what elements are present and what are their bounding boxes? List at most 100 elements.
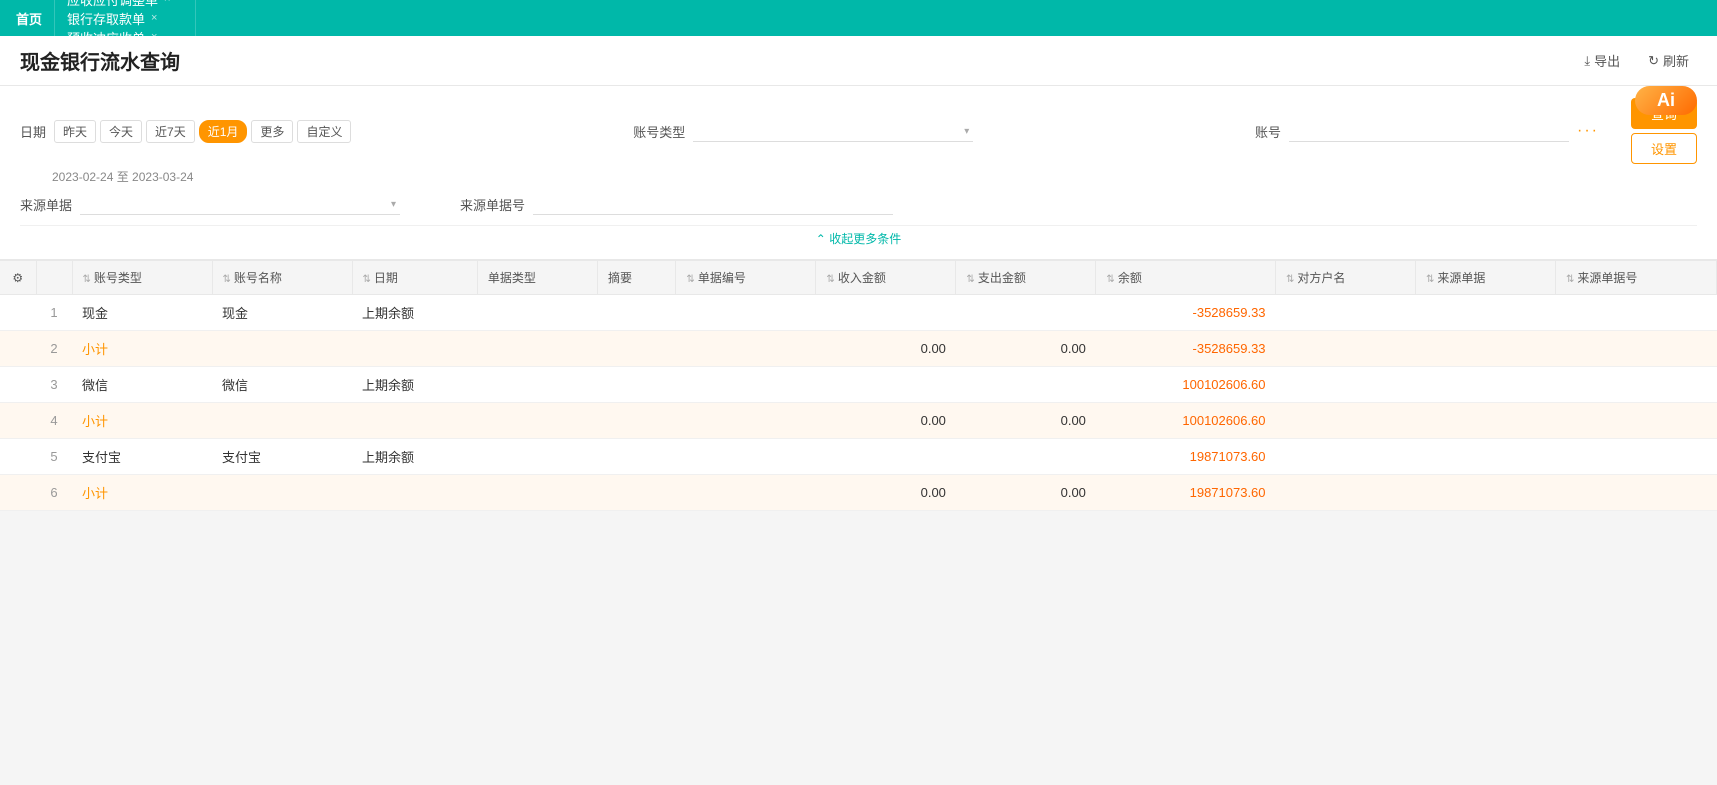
th-account-type[interactable]: ⇅账号类型 xyxy=(72,261,212,295)
account-type-label: 账号类型 xyxy=(633,122,685,141)
sort-icon-0: ⇅ xyxy=(83,274,91,285)
row-income-1: 0.00 xyxy=(816,331,956,367)
row-name-3 xyxy=(212,403,352,439)
row-doc-type-0 xyxy=(477,295,597,331)
row-type-2: 微信 xyxy=(72,367,212,403)
row-summary-4 xyxy=(598,439,676,475)
date-btn-昨天[interactable]: 昨天 xyxy=(54,120,96,143)
row-summary-3 xyxy=(598,403,676,439)
row-source-doc-no-1 xyxy=(1556,331,1717,367)
account-type-filter: 账号类型 ▾ xyxy=(633,120,973,142)
account-type-input[interactable] xyxy=(693,120,973,142)
row-source-doc-3 xyxy=(1416,403,1556,439)
th-date[interactable]: ⇅日期 xyxy=(352,261,477,295)
date-btn-今天[interactable]: 今天 xyxy=(100,120,142,143)
date-range-display: 2023-02-24 至 2023-03-24 xyxy=(52,170,193,184)
account-label: 账号 xyxy=(1255,122,1281,141)
date-filter-group: 日期 昨天今天近7天近1月更多自定义 xyxy=(20,120,351,143)
date-btn-近7天[interactable]: 近7天 xyxy=(146,120,195,143)
source-doc-no-filter: 来源单据号 xyxy=(460,193,893,215)
row-source-doc-1 xyxy=(1416,331,1556,367)
export-button[interactable]: ⤓ 导出 xyxy=(1576,47,1628,74)
th-expense[interactable]: ⇅支出金额 xyxy=(956,261,1096,295)
nav-tab-4[interactable]: 银行存取款单× xyxy=(55,9,196,28)
row-type-5: 小计 xyxy=(72,475,212,511)
th-account-name[interactable]: ⇅账号名称 xyxy=(212,261,352,295)
row-summary-5 xyxy=(598,475,676,511)
row-source-doc-5 xyxy=(1416,475,1556,511)
th-balance[interactable]: ⇅余额 xyxy=(1096,261,1276,295)
th-source-doc-no[interactable]: ⇅来源单据号 xyxy=(1556,261,1717,295)
sort-icon-9: ⇅ xyxy=(1286,274,1294,285)
nav-tab-3[interactable]: 应收应付调整单× xyxy=(55,0,196,9)
row-counterpart-1 xyxy=(1276,331,1416,367)
th-source-doc[interactable]: ⇅来源单据 xyxy=(1416,261,1556,295)
date-btn-自定义[interactable]: 自定义 xyxy=(297,120,351,143)
account-input[interactable] xyxy=(1289,120,1569,142)
row-gear-2 xyxy=(0,367,36,403)
row-name-5 xyxy=(212,475,352,511)
row-num-5: 6 xyxy=(36,475,72,511)
row-source-doc-0 xyxy=(1416,295,1556,331)
table-row-5: 6小计0.000.0019871073.60 xyxy=(0,475,1717,511)
row-num-0: 1 xyxy=(36,295,72,331)
row-counterpart-2 xyxy=(1276,367,1416,403)
nav-tabs: 收款单×付款单×其他收入单×应收应付调整单×银行存取款单×预收冲应收单×收款核销… xyxy=(55,0,196,36)
source-doc-no-input[interactable] xyxy=(533,193,893,215)
collapse-label: 收起更多条件 xyxy=(829,232,901,246)
th-summary: 摘要 xyxy=(598,261,676,295)
row-income-3: 0.00 xyxy=(816,403,956,439)
row-counterpart-0 xyxy=(1276,295,1416,331)
row-doc-no-2 xyxy=(676,367,816,403)
nav-tab-5[interactable]: 预收冲应收单× xyxy=(55,28,196,37)
row-date-1 xyxy=(352,331,477,367)
sort-icon-2: ⇅ xyxy=(363,274,371,285)
row-gear-0 xyxy=(0,295,36,331)
row-balance-5: 19871073.60 xyxy=(1096,475,1276,511)
row-summary-1 xyxy=(598,331,676,367)
export-icon: ⤓ xyxy=(1584,53,1590,69)
table-row-1: 2小计0.000.00-3528659.33 xyxy=(0,331,1717,367)
th-income[interactable]: ⇅收入金额 xyxy=(816,261,956,295)
filter-row-1: 日期 昨天今天近7天近1月更多自定义 账号类型 ▾ 账号 ··· 查询 设置 xyxy=(20,98,1697,164)
account-ellipsis-button[interactable]: ··· xyxy=(1577,122,1599,140)
th-doc-type: 单据类型 xyxy=(477,261,597,295)
page-header: 现金银行流水查询 ⤓ 导出 ↻ 刷新 Ai xyxy=(0,36,1717,86)
row-doc-no-3 xyxy=(676,403,816,439)
table-container: ⚙ ⇅账号类型 ⇅账号名称 ⇅日期 单据类型 摘要 ⇅单据编号 ⇅收入金额 ⇅支… xyxy=(0,260,1717,511)
tab-close-icon-4[interactable]: × xyxy=(151,12,157,24)
account-filter: 账号 ··· xyxy=(1255,120,1599,142)
row-expense-2 xyxy=(956,367,1096,403)
tab-close-icon-3[interactable]: × xyxy=(164,0,170,5)
row-doc-no-5 xyxy=(676,475,816,511)
row-balance-3: 100102606.60 xyxy=(1096,403,1276,439)
th-counterpart[interactable]: ⇅对方户名 xyxy=(1276,261,1416,295)
nav-home[interactable]: 首页 xyxy=(4,0,55,36)
row-doc-no-1 xyxy=(676,331,816,367)
row-summary-0 xyxy=(598,295,676,331)
row-doc-type-1 xyxy=(477,331,597,367)
table-settings-col[interactable]: ⚙ xyxy=(0,261,36,295)
row-expense-4 xyxy=(956,439,1096,475)
row-gear-5 xyxy=(0,475,36,511)
table-body: 1现金现金上期余额-3528659.332小计0.000.00-3528659.… xyxy=(0,295,1717,511)
ai-badge[interactable]: Ai xyxy=(1635,86,1697,115)
source-doc-input[interactable] xyxy=(80,193,400,215)
row-summary-2 xyxy=(598,367,676,403)
row-source-doc-4 xyxy=(1416,439,1556,475)
row-source-doc-2 xyxy=(1416,367,1556,403)
date-btn-更多[interactable]: 更多 xyxy=(251,120,293,143)
row-gear-4 xyxy=(0,439,36,475)
date-btn-近1月[interactable]: 近1月 xyxy=(199,120,248,143)
table-row-2: 3微信微信上期余额100102606.60 xyxy=(0,367,1717,403)
row-counterpart-5 xyxy=(1276,475,1416,511)
th-doc-no[interactable]: ⇅单据编号 xyxy=(676,261,816,295)
row-expense-5: 0.00 xyxy=(956,475,1096,511)
settings-button[interactable]: 设置 xyxy=(1631,133,1697,164)
row-gear-3 xyxy=(0,403,36,439)
refresh-button[interactable]: ↻ 刷新 xyxy=(1640,47,1697,74)
sort-icon-1: ⇅ xyxy=(223,274,231,285)
source-doc-filter: 来源单据 ▾ xyxy=(20,193,400,215)
collapse-bar[interactable]: ⌃ 收起更多条件 xyxy=(20,225,1697,251)
row-num-3: 4 xyxy=(36,403,72,439)
